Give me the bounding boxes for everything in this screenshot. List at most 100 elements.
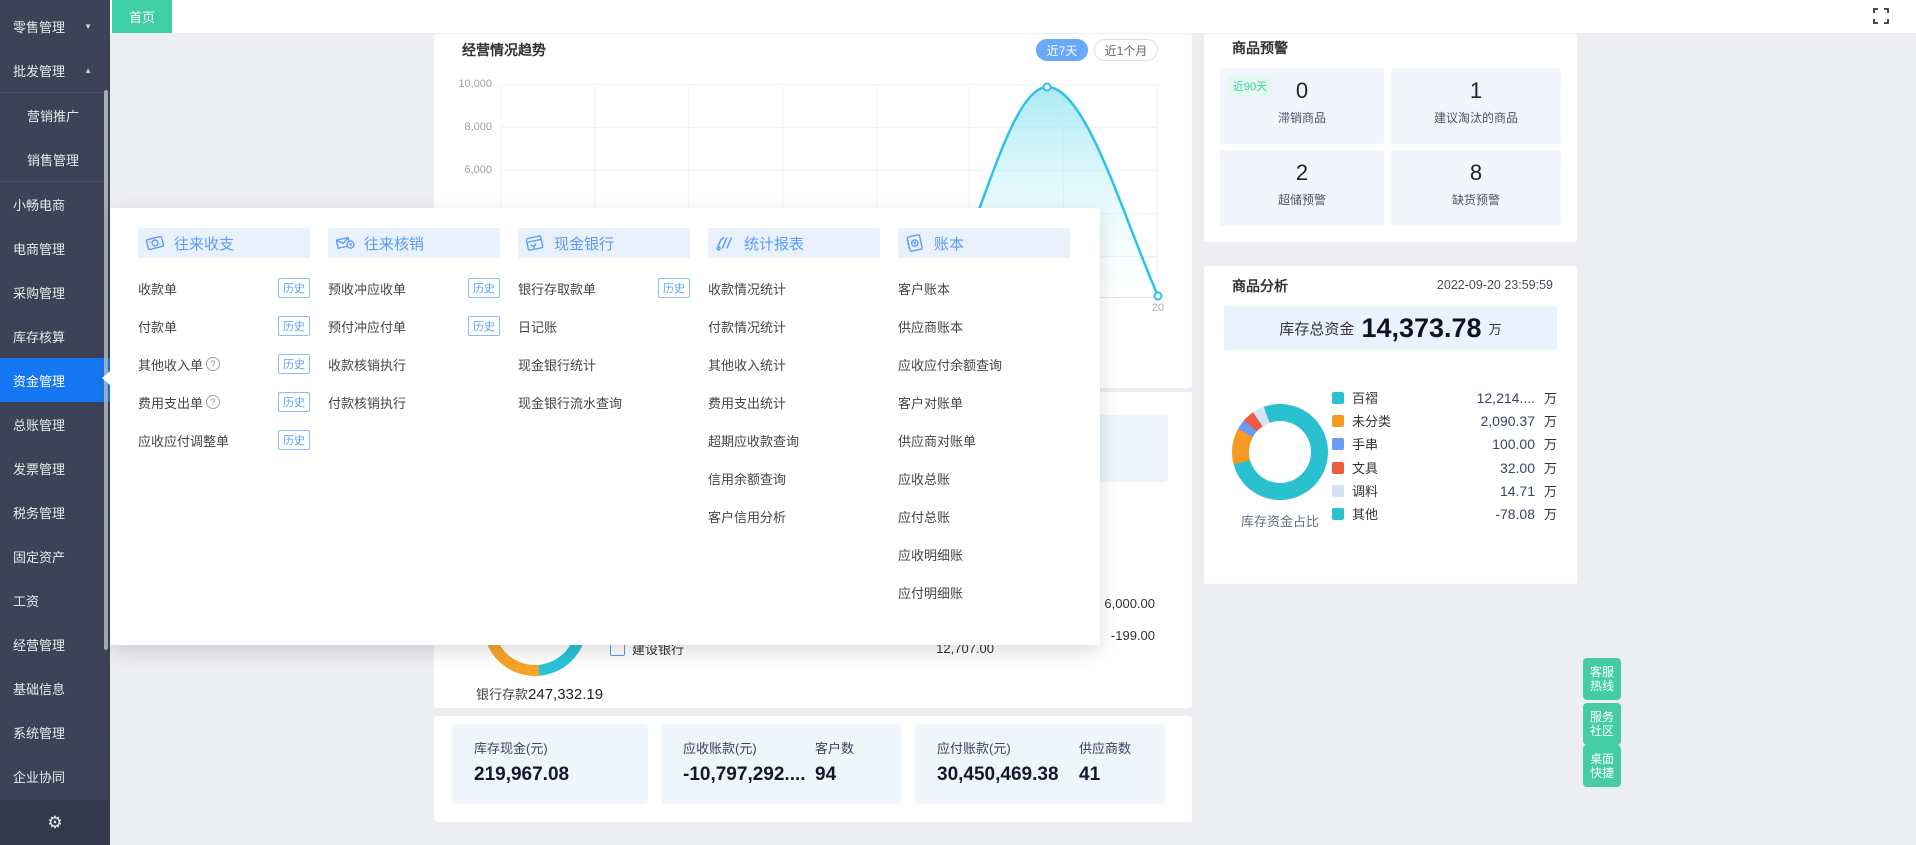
sidebar-group-wholesale[interactable]: 批发管理 ▲ [0, 48, 110, 92]
sidebar-item-marketing[interactable]: 营销推广 [0, 93, 110, 137]
legend-unit: 万 [1543, 507, 1557, 522]
sidebar-item-fixed-assets[interactable]: 固定资产 [0, 534, 110, 578]
gear-icon[interactable]: ⚙ [47, 813, 62, 833]
menu-item[interactable]: 日记账 [518, 307, 690, 345]
sidebar-item-payroll[interactable]: 工资 [0, 578, 110, 622]
sidebar-item-operations[interactable]: 经营管理 [0, 622, 110, 666]
menu-item[interactable]: 应收总账 [898, 459, 1070, 497]
button-label: 热线 [1589, 679, 1614, 693]
sidebar-item-basic-info[interactable]: 基础信息 [0, 666, 110, 710]
menu-column-header: 账本 [898, 228, 1070, 258]
sidebar-item-label: 采购管理 [13, 285, 66, 301]
menu-column-title: 统计报表 [744, 235, 805, 253]
alert-tile-overstock[interactable]: 2 超储预警 [1220, 150, 1384, 226]
legend-row[interactable]: 未分类 2,090.37 万 [1332, 409, 1557, 432]
history-badge[interactable]: 历史 [278, 316, 310, 336]
sidebar-item-label: 基础信息 [13, 681, 66, 697]
menu-item[interactable]: 客户信用分析 [708, 497, 880, 535]
sidebar-scrollbar[interactable] [104, 90, 108, 650]
sidebar-footer[interactable]: ⚙ [0, 800, 110, 845]
menu-item[interactable]: 现金银行流水查询 [518, 383, 690, 421]
alert-tile-slow-moving[interactable]: 近90天 0 滞销商品 [1220, 68, 1384, 144]
tile-label: 缺货预警 [1451, 193, 1500, 207]
menu-item[interactable]: 付款情况统计 [708, 307, 880, 345]
menu-item[interactable]: 收款单 历史 [138, 269, 310, 307]
menu-item[interactable]: 收款核销执行 [328, 345, 500, 383]
alert-tile-eliminate[interactable]: 1 建议淘汰的商品 [1391, 68, 1561, 144]
sidebar-item-invoice[interactable]: 发票管理 [0, 446, 110, 490]
menu-item[interactable]: 付款核销执行 [328, 383, 500, 421]
menu-item[interactable]: 应收应付余额查询 [898, 345, 1070, 383]
menu-item[interactable]: 应付总账 [898, 497, 1070, 535]
history-badge[interactable]: 历史 [278, 430, 310, 450]
legend-row[interactable]: 手串 100.00 万 [1332, 432, 1557, 455]
alert-tile-shortage[interactable]: 8 缺货预警 [1391, 150, 1561, 226]
customer-service-button[interactable]: 客服 热线 [1583, 658, 1621, 700]
sidebar-item-inventory[interactable]: 库存核算 [0, 314, 110, 358]
sidebar-item-tax[interactable]: 税务管理 [0, 490, 110, 534]
sidebar-item-sales[interactable]: 销售管理 [0, 137, 110, 181]
legend-value: -78.08 [1495, 505, 1535, 522]
menu-item[interactable]: 超期应收款查询 [708, 421, 880, 459]
menu-item[interactable]: 应收应付调整单 历史 [138, 421, 310, 459]
desktop-shortcut-button[interactable]: 桌面 快捷 [1583, 745, 1621, 787]
menu-item[interactable]: 预收冲应收单 历史 [328, 269, 500, 307]
history-badge[interactable]: 历史 [278, 392, 310, 412]
menu-item[interactable]: 供应商对账单 [898, 421, 1070, 459]
legend-row[interactable]: 其他 -78.08 万 [1332, 502, 1557, 525]
supplier-count-label: 供应商数 [1079, 741, 1132, 756]
fullscreen-icon[interactable] [1872, 7, 1890, 25]
button-label: 客服 [1589, 665, 1614, 679]
menu-column-title: 往来核销 [364, 235, 425, 253]
sidebar-group-retail[interactable]: 零售管理 ▼ [0, 4, 110, 48]
legend-chip [1332, 414, 1344, 427]
history-badge[interactable]: 历史 [278, 354, 310, 374]
tab-home[interactable]: 首页 [112, 0, 172, 33]
sidebar-item-label: 零售管理 [13, 19, 66, 35]
sidebar-item-collaboration[interactable]: 企业协同 [0, 754, 110, 798]
menu-item[interactable]: 付款单 历史 [138, 307, 310, 345]
sidebar-item-purchasing[interactable]: 采购管理 [0, 270, 110, 314]
history-badge[interactable]: 历史 [468, 278, 500, 298]
history-badge[interactable]: 历史 [278, 278, 310, 298]
legend-row[interactable]: 调料 14.71 万 [1332, 479, 1557, 502]
legend-name: 其他 [1352, 507, 1379, 522]
menu-item[interactable]: 应收明细账 [898, 535, 1070, 573]
menu-item[interactable]: 其他收入统计 [708, 345, 880, 383]
sidebar-item-ecom[interactable]: 电商管理 [0, 226, 110, 270]
sidebar-submenu: 营销推广 销售管理 [0, 92, 110, 182]
sidebar-item-system[interactable]: 系统管理 [0, 710, 110, 754]
menu-item[interactable]: 应付明细账 [898, 573, 1070, 611]
menu-item[interactable]: 费用支出统计 [708, 383, 880, 421]
sidebar-item-funds[interactable]: 资金管理 [0, 358, 110, 402]
legend-row[interactable]: 百褶 12,214.... 万 [1332, 386, 1557, 409]
menu-item[interactable]: 现金银行统计 [518, 345, 690, 383]
service-community-button[interactable]: 服务 社区 [1583, 703, 1621, 745]
menu-item[interactable]: 客户账本 [898, 269, 1070, 307]
legend-unit: 万 [1543, 437, 1557, 452]
menu-item[interactable]: 其他收入单? 历史 [138, 345, 310, 383]
funds-mega-menu: 往来收支 收款单 历史 付款单 历史 其他收入单? 历史 费用支出单? 历史 应收应付调… [110, 208, 1100, 645]
tile-value: 2 [1295, 160, 1309, 185]
range-7d-button[interactable]: 近7天 [1036, 39, 1088, 61]
range-1m-button[interactable]: 近1个月 [1094, 39, 1158, 61]
menu-column-header: 现金银行 [518, 228, 690, 258]
cash-card: 库存现金(元) 219,967.08 [452, 724, 648, 804]
menu-item[interactable]: 客户对账单 [898, 383, 1070, 421]
history-badge[interactable]: 历史 [468, 316, 500, 336]
tile-value: 8 [1469, 160, 1483, 185]
menu-item[interactable]: 费用支出单? 历史 [138, 383, 310, 421]
history-badge[interactable]: 历史 [658, 278, 690, 298]
menu-item[interactable]: 信用余额查询 [708, 459, 880, 497]
sidebar-item-label: 库存核算 [13, 329, 66, 345]
button-label: 桌面 [1589, 752, 1614, 766]
menu-item[interactable]: 收款情况统计 [708, 269, 880, 307]
sidebar-item-label: 工资 [13, 593, 40, 609]
sidebar-item-xiaochang-ecom[interactable]: 小畅电商 [0, 182, 110, 226]
sidebar-item-general-ledger[interactable]: 总账管理 [0, 402, 110, 446]
menu-item[interactable]: 预付冲应付单 历史 [328, 307, 500, 345]
menu-column-title: 现金银行 [554, 235, 615, 253]
menu-item[interactable]: 银行存取款单 历史 [518, 269, 690, 307]
menu-item[interactable]: 供应商账本 [898, 307, 1070, 345]
legend-row[interactable]: 文具 32.00 万 [1332, 456, 1557, 479]
